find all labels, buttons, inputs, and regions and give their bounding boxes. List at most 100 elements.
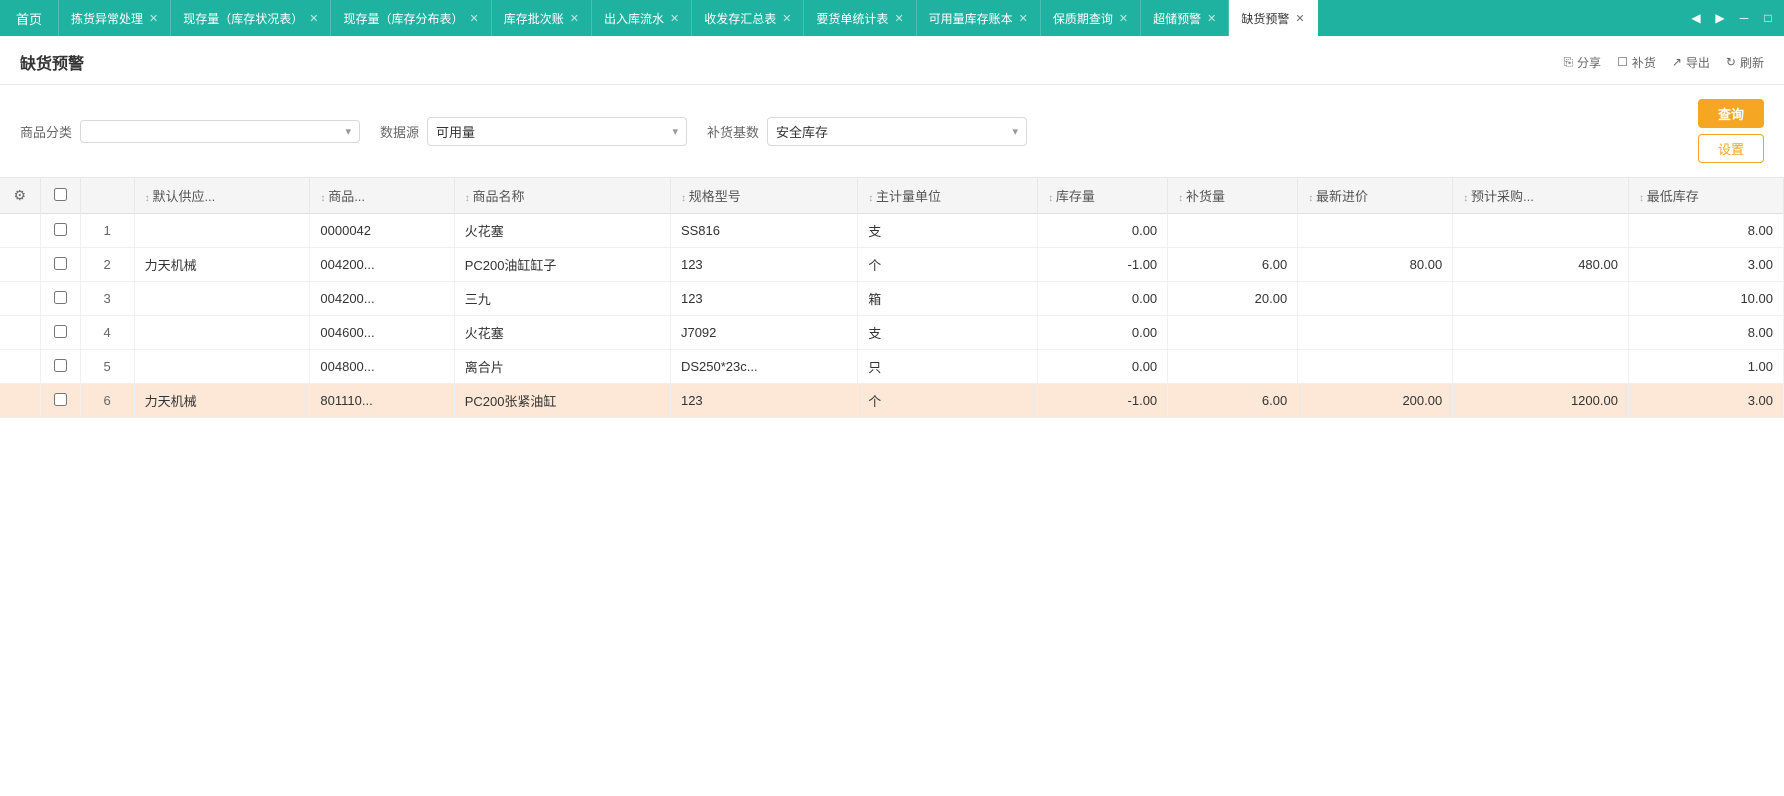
td-checkbox-0[interactable] [40,214,80,248]
replenish-button[interactable]: ☐ 补货 [1617,54,1656,71]
td-index-2: 3 [80,282,134,316]
tab-maximize-button[interactable]: □ [1756,6,1780,30]
replenish-base-filter-group: 补货基数 安全库存 ▾ [707,117,1027,146]
td-stock-3: 0.00 [1038,316,1168,350]
query-button[interactable]: 查询 [1698,99,1764,128]
th-spec[interactable]: 规格型号 [670,178,857,214]
th-product-name[interactable]: 商品名称 [454,178,670,214]
td-spec-5: 123 [670,384,857,418]
td-est-purchase-2 [1453,282,1629,316]
td-spec-2: 123 [670,282,857,316]
row-checkbox-1[interactable] [54,257,67,270]
td-settings-2 [0,282,40,316]
table-row: 3 004200... 三九 123 箱 0.00 20.00 10.00 [0,282,1784,316]
td-spec-1: 123 [670,248,857,282]
tab-4[interactable]: 库存批次账 ✕ [492,0,592,36]
td-settings-0 [0,214,40,248]
tab-next-button[interactable]: ▶ [1708,6,1732,30]
filter-actions: 查询 设置 [1698,99,1764,163]
th-est-purchase[interactable]: 预计采购... [1453,178,1629,214]
td-latest-price-5: 200.00 [1298,384,1453,418]
settings-button[interactable]: 设置 [1698,134,1764,163]
datasource-select[interactable]: 可用量 ▾ [427,117,687,146]
tab-8[interactable]: 可用量库存账本 ✕ [917,0,1041,36]
tab-10[interactable]: 超储预警 ✕ [1141,0,1229,36]
refresh-icon: ↻ [1726,55,1736,69]
td-product-code-0: 0000042 [310,214,454,248]
refresh-label: 刷新 [1740,54,1764,71]
th-stock[interactable]: 库存量 [1038,178,1168,214]
tab-1-close[interactable]: ✕ [149,12,158,25]
td-checkbox-5[interactable] [40,384,80,418]
td-spec-3: J7092 [670,316,857,350]
td-checkbox-2[interactable] [40,282,80,316]
table-header-row: ⚙ 默认供应... 商品... 商品名称 [0,178,1784,214]
th-product-code[interactable]: 商品... [310,178,454,214]
th-min-stock[interactable]: 最低库存 [1628,178,1783,214]
tab-1-label: 拣货异常处理 [71,10,143,27]
gear-icon[interactable]: ⚙ [13,187,26,203]
page-title: 缺货预警 [20,50,84,74]
row-checkbox-5[interactable] [54,393,67,406]
tab-3-label: 现存量（库存分布表） [343,10,463,27]
tab-4-label: 库存批次账 [504,10,564,27]
tab-9-label: 保质期查询 [1053,10,1113,27]
export-button[interactable]: ↗ 导出 [1672,54,1710,71]
tab-minimize-button[interactable]: ─ [1732,6,1756,30]
th-supplier[interactable]: 默认供应... [134,178,310,214]
tab-11[interactable]: 缺货预警 ✕ [1229,0,1317,36]
td-index-1: 2 [80,248,134,282]
tab-2-label: 现存量（库存状况表） [183,10,303,27]
th-checkbox[interactable] [40,178,80,214]
tab-11-close[interactable]: ✕ [1295,12,1304,25]
td-replenish-qty-0 [1168,214,1298,248]
td-settings-3 [0,316,40,350]
replenish-base-select[interactable]: 安全库存 ▾ [767,117,1027,146]
td-unit-4: 只 [858,350,1038,384]
category-filter-group: 商品分类 ▾ [20,120,360,143]
tab-6[interactable]: 收发存汇总表 ✕ [692,0,804,36]
tab-7-close[interactable]: ✕ [894,12,903,25]
share-button[interactable]: ⎘ 分享 [1563,54,1601,71]
tab-3[interactable]: 现存量（库存分布表） ✕ [331,0,491,36]
tab-3-close[interactable]: ✕ [470,12,479,25]
row-checkbox-4[interactable] [54,359,67,372]
td-stock-0: 0.00 [1038,214,1168,248]
tab-prev-button[interactable]: ◀ [1684,6,1708,30]
tab-5[interactable]: 出入库流水 ✕ [592,0,692,36]
td-unit-0: 支 [858,214,1038,248]
select-all-checkbox[interactable] [54,188,67,201]
td-checkbox-1[interactable] [40,248,80,282]
tab-2[interactable]: 现存量（库存状况表） ✕ [171,0,331,36]
tab-6-close[interactable]: ✕ [782,12,791,25]
td-checkbox-4[interactable] [40,350,80,384]
tab-5-close[interactable]: ✕ [670,12,679,25]
td-unit-2: 箱 [858,282,1038,316]
tab-7[interactable]: 要货单统计表 ✕ [804,0,916,36]
td-checkbox-3[interactable] [40,316,80,350]
tab-8-close[interactable]: ✕ [1019,12,1028,25]
tab-4-close[interactable]: ✕ [570,12,579,25]
table-row: 4 004600... 火花塞 J7092 支 0.00 8.00 [0,316,1784,350]
tab-1[interactable]: 拣货异常处理 ✕ [59,0,171,36]
tab-home[interactable]: 首页 [0,0,59,36]
tab-10-close[interactable]: ✕ [1207,12,1216,25]
datasource-select-value: 可用量 [436,122,664,141]
th-replenish-qty[interactable]: 补货量 [1168,178,1298,214]
row-checkbox-2[interactable] [54,291,67,304]
td-unit-5: 个 [858,384,1038,418]
row-checkbox-3[interactable] [54,325,67,338]
tab-9[interactable]: 保质期查询 ✕ [1041,0,1141,36]
td-settings-4 [0,350,40,384]
td-supplier-5: 力天机械 [134,384,310,418]
tab-2-close[interactable]: ✕ [309,12,318,25]
row-checkbox-0[interactable] [54,223,67,236]
th-unit[interactable]: 主计量单位 [858,178,1038,214]
th-latest-price[interactable]: 最新进价 [1298,178,1453,214]
tab-9-close[interactable]: ✕ [1119,12,1128,25]
category-chevron-down-icon: ▾ [345,125,351,138]
category-select[interactable]: ▾ [80,120,360,143]
refresh-button[interactable]: ↻ 刷新 [1726,54,1764,71]
th-settings[interactable]: ⚙ [0,178,40,214]
td-min-stock-2: 10.00 [1628,282,1783,316]
